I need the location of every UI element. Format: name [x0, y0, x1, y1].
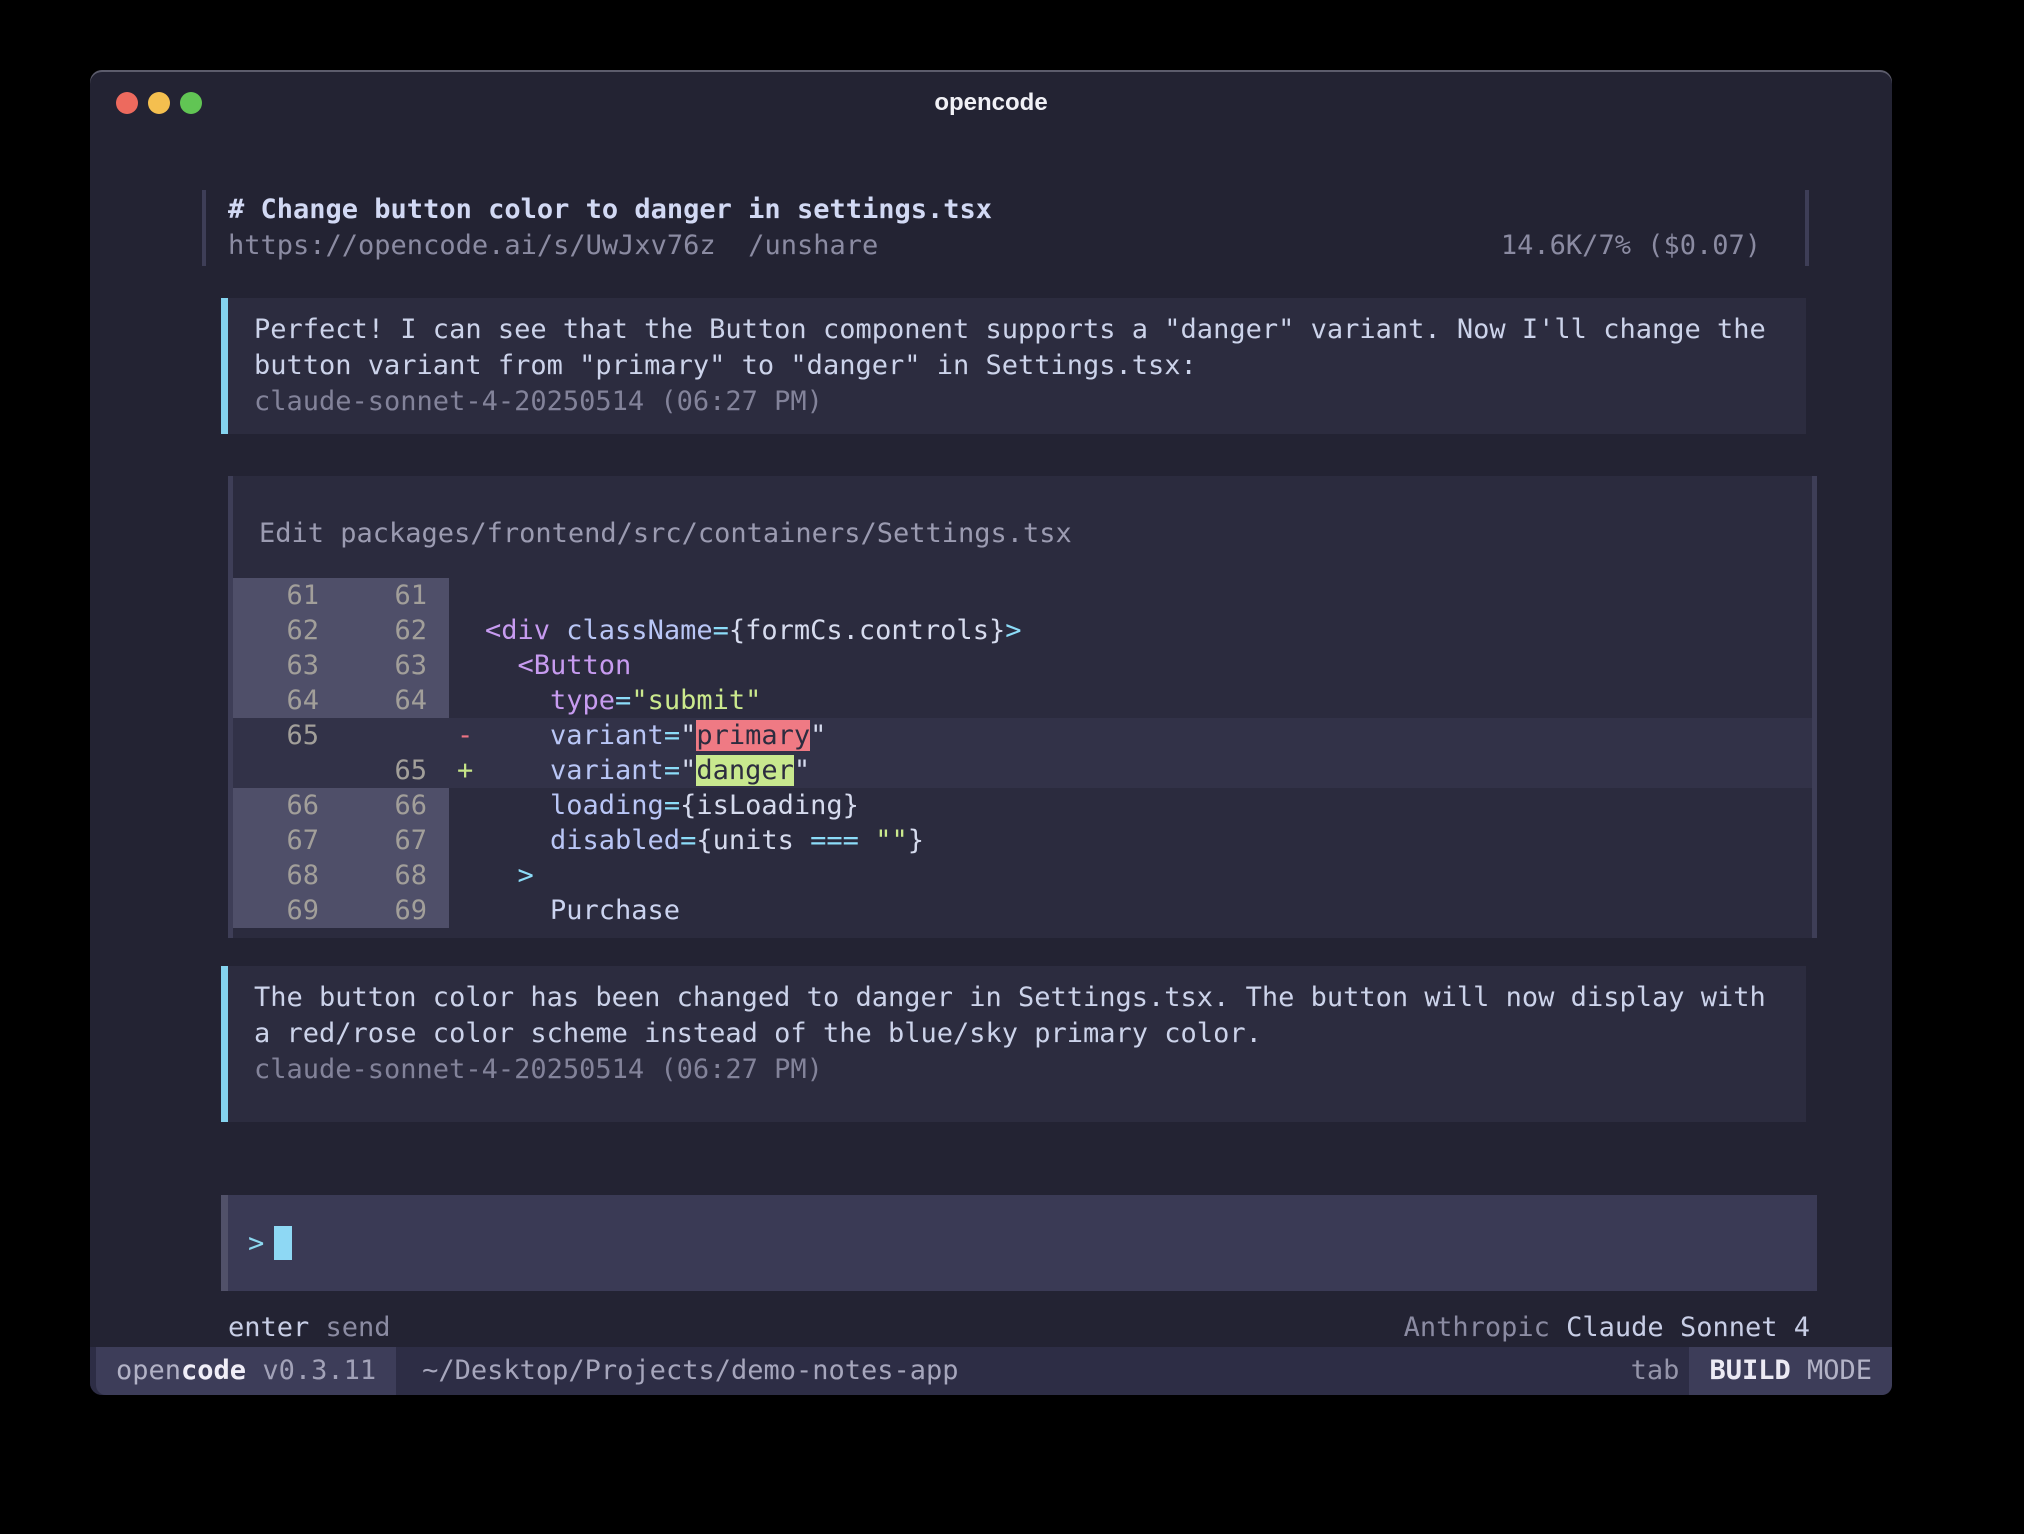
token-cost-stats: 14.6K/7% ($0.07): [1501, 228, 1761, 264]
unshare-command[interactable]: /unshare: [716, 230, 879, 261]
edit-file-path: Edit packages/frontend/src/containers/Se…: [233, 516, 1812, 552]
code-line: >: [485, 858, 1812, 893]
app-version-chip: opencode v0.3.11: [96, 1347, 396, 1395]
diff-row: 6262 <div className={formCs.controls}>: [233, 613, 1812, 648]
working-directory: ~/Desktop/Projects/demo-notes-app: [422, 1347, 958, 1395]
line-number-new: 65: [341, 753, 449, 788]
diff-marker: [449, 613, 485, 648]
line-number-new: 61: [341, 578, 449, 613]
provider-label: Anthropic: [1404, 1312, 1567, 1343]
line-number-new: 66: [341, 788, 449, 823]
close-button[interactable]: [116, 92, 138, 114]
assistant-message: The button color has been changed to dan…: [221, 966, 1806, 1122]
diff-row: 6464 type="submit": [233, 683, 1812, 718]
prompt-input[interactable]: >: [221, 1195, 1817, 1291]
session-header: # Change button color to danger in setti…: [202, 190, 1809, 266]
minimize-button[interactable]: [148, 92, 170, 114]
code-line: [485, 578, 1812, 613]
line-number-old: 68: [233, 858, 341, 893]
titlebar: opencode: [90, 70, 1892, 136]
model-label: Claude Sonnet 4: [1566, 1312, 1810, 1343]
code-line: <div className={formCs.controls}>: [485, 613, 1812, 648]
message-text-line: The button color has been changed to dan…: [254, 980, 1782, 1016]
diff-row: 6161: [233, 578, 1812, 613]
model-timestamp: claude-sonnet-4-20250514 (06:27 PM): [254, 1052, 1782, 1088]
prompt-marker: >: [248, 1228, 264, 1259]
message-text-line: a red/rose color scheme instead of the b…: [254, 1016, 1782, 1052]
mode-name: BUILD: [1709, 1355, 1790, 1386]
share-url[interactable]: https://opencode.ai/s/UwJxv76z: [228, 230, 716, 261]
line-number-old: 65: [233, 718, 341, 753]
line-number-new: 69: [341, 893, 449, 928]
status-bar: opencode v0.3.11 ~/Desktop/Projects/demo…: [90, 1347, 1892, 1395]
app-name-open: open: [116, 1355, 181, 1386]
diff-marker: [449, 893, 485, 928]
code-line: Purchase: [485, 893, 1812, 928]
diff-marker: [449, 648, 485, 683]
assistant-message: Perfect! I can see that the Button compo…: [221, 298, 1806, 434]
diff-rows: 61616262 <div className={formCs.controls}…: [233, 578, 1812, 928]
session-title: # Change button color to danger in setti…: [228, 192, 1761, 228]
diff-row: 6868 >: [233, 858, 1812, 893]
code-line: <Button: [485, 648, 1812, 683]
hint-row: enter send Anthropic Claude Sonnet 4: [228, 1310, 1810, 1346]
code-line: disabled={units === ""}: [485, 823, 1812, 858]
diff-row: 6363 <Button: [233, 648, 1812, 683]
diff-row: 6767 disabled={units === ""}: [233, 823, 1812, 858]
zoom-button[interactable]: [180, 92, 202, 114]
line-number-new: 64: [341, 683, 449, 718]
diff-marker: [449, 683, 485, 718]
diff-row: 65 - variant="primary": [233, 718, 1812, 753]
edit-tool-panel: Edit packages/frontend/src/containers/Se…: [228, 476, 1817, 938]
diff-marker: [449, 578, 485, 613]
code-line: variant="primary": [485, 718, 1812, 753]
diff-marker: [449, 788, 485, 823]
window-title: opencode: [934, 89, 1047, 117]
line-number-new: 62: [341, 613, 449, 648]
line-number-old: 61: [233, 578, 341, 613]
message-text-line: Perfect! I can see that the Button compo…: [254, 312, 1782, 348]
text-cursor: [274, 1226, 292, 1260]
diff-row: 65+ variant="danger": [233, 753, 1812, 788]
line-number-old: 62: [233, 613, 341, 648]
line-number-new: 68: [341, 858, 449, 893]
app-name-code: code: [181, 1355, 246, 1386]
send-action-hint: send: [309, 1312, 390, 1343]
app-version: v0.3.11: [246, 1355, 376, 1386]
code-line: loading={isLoading}: [485, 788, 1812, 823]
model-timestamp: claude-sonnet-4-20250514 (06:27 PM): [254, 384, 1782, 420]
line-number-old: 66: [233, 788, 341, 823]
line-number-old: 67: [233, 823, 341, 858]
enter-key-hint: enter: [228, 1312, 309, 1343]
diff-marker: +: [449, 753, 485, 788]
line-number-old: 63: [233, 648, 341, 683]
line-number-new: 67: [341, 823, 449, 858]
diff-marker: -: [449, 718, 485, 753]
code-line: variant="danger": [485, 753, 1812, 788]
line-number-old: 64: [233, 683, 341, 718]
message-text-line: button variant from "primary" to "danger…: [254, 348, 1782, 384]
diff-row: 6666 loading={isLoading}: [233, 788, 1812, 823]
line-number-new: 63: [341, 648, 449, 683]
diff-marker: [449, 858, 485, 893]
diff-row: 6969 Purchase: [233, 893, 1812, 928]
diff-marker: [449, 823, 485, 858]
line-number-old: [233, 753, 341, 788]
opencode-window: opencode # Change button color to danger…: [90, 70, 1892, 1395]
code-line: type="submit": [485, 683, 1812, 718]
mode-suffix: MODE: [1791, 1355, 1872, 1386]
line-number-new: [341, 718, 449, 753]
traffic-lights: [116, 70, 202, 136]
line-number-old: 69: [233, 893, 341, 928]
mode-chip[interactable]: BUILD MODE: [1689, 1347, 1892, 1395]
tab-key-hint[interactable]: tab: [1631, 1347, 1680, 1395]
